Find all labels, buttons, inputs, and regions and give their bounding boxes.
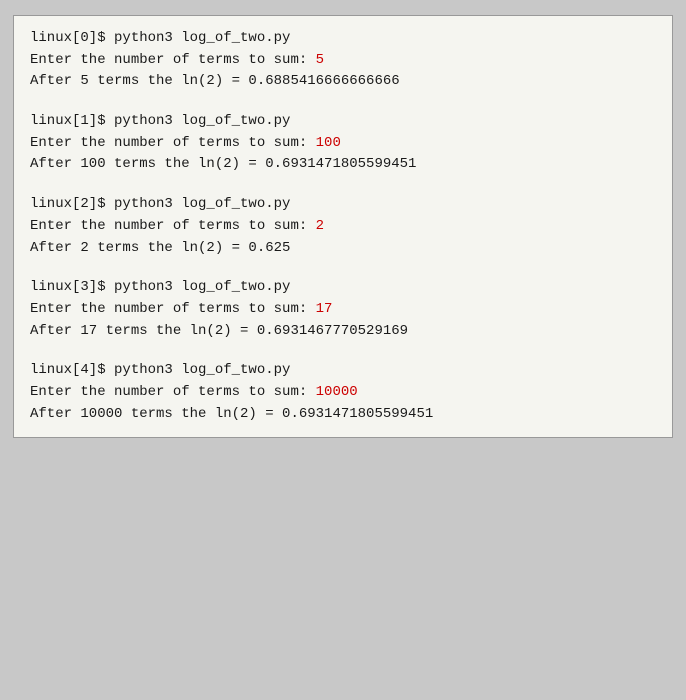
command-line-1: linux[1]$ python3 log_of_two.py — [30, 111, 656, 133]
input-value-1: 100 — [316, 135, 341, 151]
input-value-0: 5 — [316, 52, 324, 68]
prompt-line-2: Enter the number of terms to sum: 2 — [30, 216, 656, 238]
terminal-block-4: linux[4]$ python3 log_of_two.py Enter th… — [30, 360, 656, 425]
result-line-0: After 5 terms the ln(2) = 0.688541666666… — [30, 71, 656, 93]
result-line-1: After 100 terms the ln(2) = 0.6931471805… — [30, 154, 656, 176]
result-line-2: After 2 terms the ln(2) = 0.625 — [30, 238, 656, 260]
input-value-4: 10000 — [316, 384, 358, 400]
input-value-2: 2 — [316, 218, 324, 234]
command-line-3: linux[3]$ python3 log_of_two.py — [30, 277, 656, 299]
prompt-line-4: Enter the number of terms to sum: 10000 — [30, 382, 656, 404]
result-line-4: After 10000 terms the ln(2) = 0.69314718… — [30, 404, 656, 426]
command-line-2: linux[2]$ python3 log_of_two.py — [30, 194, 656, 216]
prompt-line-3: Enter the number of terms to sum: 17 — [30, 299, 656, 321]
prompt-line-0: Enter the number of terms to sum: 5 — [30, 50, 656, 72]
terminal-block-2: linux[2]$ python3 log_of_two.py Enter th… — [30, 194, 656, 259]
terminal-container: linux[0]$ python3 log_of_two.py Enter th… — [13, 15, 673, 438]
terminal-block-3: linux[3]$ python3 log_of_two.py Enter th… — [30, 277, 656, 342]
terminal-block-0: linux[0]$ python3 log_of_two.py Enter th… — [30, 28, 656, 93]
command-line-0: linux[0]$ python3 log_of_two.py — [30, 28, 656, 50]
terminal-block-1: linux[1]$ python3 log_of_two.py Enter th… — [30, 111, 656, 176]
result-line-3: After 17 terms the ln(2) = 0.69314677705… — [30, 321, 656, 343]
command-line-4: linux[4]$ python3 log_of_two.py — [30, 360, 656, 382]
prompt-line-1: Enter the number of terms to sum: 100 — [30, 133, 656, 155]
input-value-3: 17 — [316, 301, 333, 317]
